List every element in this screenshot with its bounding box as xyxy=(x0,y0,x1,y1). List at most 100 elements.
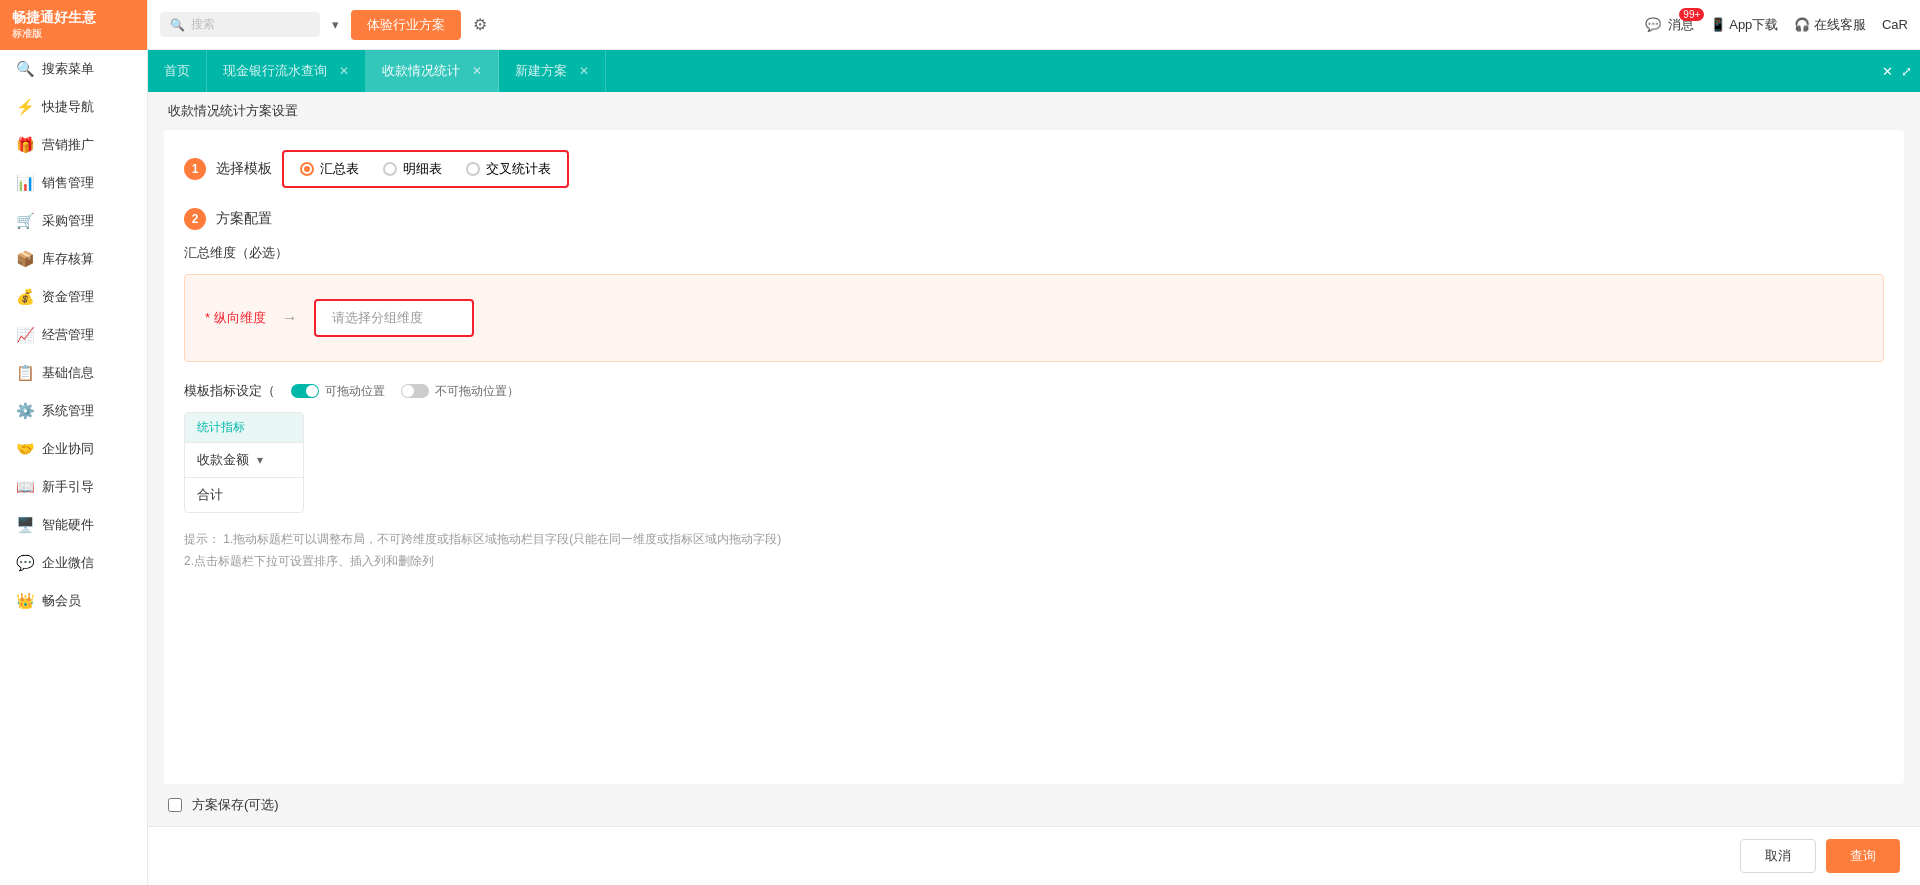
tip-1: 提示： 1.拖动标题栏可以调整布局，不可跨维度或指标区域拖动栏目字段(只能在同一… xyxy=(184,529,1884,551)
sidebar: 畅捷通好生意 标准版 🔍 搜索菜单 ⚡ 快捷导航 🎁 营销推广 📊 销售管理 🛒… xyxy=(0,0,148,885)
crown-icon: 👑 xyxy=(16,592,34,610)
support-link[interactable]: 🎧 在线客服 xyxy=(1794,16,1866,34)
sidebar-item-finance[interactable]: 💰 资金管理 xyxy=(0,278,147,316)
industry-btn[interactable]: 体验行业方案 xyxy=(351,10,461,40)
trend-icon: 📈 xyxy=(16,326,34,344)
indicators-section: 模板指标设定（ 可拖动位置 不可拖动位置） 统计指标 收 xyxy=(184,382,1884,513)
search-placeholder: 搜索 xyxy=(191,16,215,33)
radio-summary-label: 汇总表 xyxy=(320,160,359,178)
save-plan-checkbox[interactable] xyxy=(168,798,182,812)
lightning-icon: ⚡ xyxy=(16,98,34,116)
sidebar-item-label: 企业微信 xyxy=(42,554,94,572)
sidebar-item-system[interactable]: ⚙️ 系统管理 xyxy=(0,392,147,430)
search-icon: 🔍 xyxy=(16,60,34,78)
stat-header: 统计指标 xyxy=(185,413,303,443)
radio-summary[interactable]: 汇总表 xyxy=(300,160,359,178)
indicators-header: 模板指标设定（ 可拖动位置 不可拖动位置） xyxy=(184,382,1884,400)
radio-summary-circle xyxy=(300,162,314,176)
user-name[interactable]: CaR xyxy=(1882,17,1908,32)
message-badge[interactable]: 💬 99+ 消息 xyxy=(1645,16,1694,34)
content-area: 收款情况统计方案设置 1 选择模板 汇总表 xyxy=(148,92,1920,826)
radio-detail[interactable]: 明细表 xyxy=(383,160,442,178)
dropdown-arrow[interactable]: ▾ xyxy=(332,17,339,32)
chart-icon: 📊 xyxy=(16,174,34,192)
radio-cross-label: 交叉统计表 xyxy=(486,160,551,178)
tab-bank-flow[interactable]: 现金银行流水查询 ✕ xyxy=(207,50,366,92)
draggable-icon[interactable] xyxy=(291,384,319,398)
sidebar-item-label: 库存核算 xyxy=(42,250,94,268)
sidebar-item-inventory[interactable]: 📦 库存核算 xyxy=(0,240,147,278)
sidebar-item-search[interactable]: 🔍 搜索菜单 xyxy=(0,50,147,88)
gear-icon: ⚙️ xyxy=(16,402,34,420)
sidebar-item-label: 系统管理 xyxy=(42,402,94,420)
radio-detail-label: 明细表 xyxy=(403,160,442,178)
tab-collection-stat[interactable]: 收款情况统计 ✕ xyxy=(366,50,499,92)
message-icon: 💬 xyxy=(1645,17,1661,32)
headset-icon: 🎧 xyxy=(1794,17,1810,32)
app-name: 畅捷通好生意 xyxy=(12,9,96,27)
radio-options: 汇总表 明细表 交叉统计表 xyxy=(300,160,551,178)
vertical-dimension-label: * 纵向维度 xyxy=(205,309,266,327)
tab-collection-stat-close[interactable]: ✕ xyxy=(472,64,482,78)
step1-title: 选择模板 xyxy=(216,160,272,178)
sidebar-item-operation[interactable]: 📈 经营管理 xyxy=(0,316,147,354)
sidebar-item-label: 资金管理 xyxy=(42,288,94,306)
step1-number: 1 xyxy=(184,158,206,180)
draggable-toggle: 可拖动位置 xyxy=(291,383,385,400)
close-window-icon[interactable]: ✕ xyxy=(1882,64,1893,79)
dimension-area: * 纵向维度 → 请选择分组维度 xyxy=(184,274,1884,362)
tips-section: 提示： 1.拖动标题栏可以调整布局，不可跨维度或指标区域拖动栏目字段(只能在同一… xyxy=(184,529,1884,572)
radio-detail-circle xyxy=(383,162,397,176)
tab-bank-flow-close[interactable]: ✕ xyxy=(339,64,349,78)
tab-new-plan-close[interactable]: ✕ xyxy=(579,64,589,78)
content-body: 1 选择模板 汇总表 明细表 xyxy=(164,130,1904,784)
book-icon: 📖 xyxy=(16,478,34,496)
sidebar-item-member[interactable]: 👑 畅会员 xyxy=(0,582,147,620)
sidebar-item-label: 智能硬件 xyxy=(42,516,94,534)
sidebar-item-hardware[interactable]: 🖥️ 智能硬件 xyxy=(0,506,147,544)
sidebar-item-quick-nav[interactable]: ⚡ 快捷导航 xyxy=(0,88,147,126)
expand-icon[interactable]: ⤢ xyxy=(1901,64,1912,79)
topbar: 🔍 搜索 ▾ 体验行业方案 ⚙ 💬 99+ 消息 📱 App下载 🎧 在线客服 … xyxy=(148,0,1920,50)
search-box[interactable]: 🔍 搜索 xyxy=(160,12,320,37)
sidebar-item-basic[interactable]: 📋 基础信息 xyxy=(0,354,147,392)
sidebar-item-wechat[interactable]: 💬 企业微信 xyxy=(0,544,147,582)
support-label: 在线客服 xyxy=(1814,17,1866,32)
content-footer: 方案保存(可选) xyxy=(148,784,1920,826)
tab-new-plan[interactable]: 新建方案 ✕ xyxy=(499,50,606,92)
sidebar-item-marketing[interactable]: 🎁 营销推广 xyxy=(0,126,147,164)
query-button[interactable]: 查询 xyxy=(1826,839,1900,873)
not-draggable-label: 不可拖动位置） xyxy=(435,383,519,400)
box-icon: 📦 xyxy=(16,250,34,268)
step2-header: 2 方案配置 xyxy=(184,208,1884,230)
cart-icon: 🛒 xyxy=(16,212,34,230)
sidebar-item-purchase[interactable]: 🛒 采购管理 xyxy=(0,202,147,240)
sidebar-item-collab[interactable]: 🤝 企业协同 xyxy=(0,430,147,468)
tab-home-label: 首页 xyxy=(164,62,190,80)
settings-icon[interactable]: ⚙ xyxy=(473,15,487,34)
stat-amount-dropdown[interactable]: ▾ xyxy=(257,453,263,467)
cancel-button[interactable]: 取消 xyxy=(1740,839,1816,873)
step2-section: 2 方案配置 汇总维度（必选） * 纵向维度 → 请选择分组维度 xyxy=(184,208,1884,572)
stat-total: 合计 xyxy=(185,477,303,512)
sidebar-item-label: 营销推广 xyxy=(42,136,94,154)
dimension-row: * 纵向维度 → 请选择分组维度 xyxy=(205,299,1863,337)
sidebar-item-label: 新手引导 xyxy=(42,478,94,496)
not-draggable-icon[interactable] xyxy=(401,384,429,398)
sidebar-item-guide[interactable]: 📖 新手引导 xyxy=(0,468,147,506)
radio-cross[interactable]: 交叉统计表 xyxy=(466,160,551,178)
stat-amount-label: 收款金额 xyxy=(197,451,249,469)
gift-icon: 🎁 xyxy=(16,136,34,154)
step1-section: 1 选择模板 汇总表 明细表 xyxy=(184,150,1884,188)
sidebar-item-label: 基础信息 xyxy=(42,364,94,382)
download-link[interactable]: 📱 App下载 xyxy=(1710,16,1778,34)
sidebar-item-label: 快捷导航 xyxy=(42,98,94,116)
template-radio-group: 汇总表 明细表 交叉统计表 xyxy=(282,150,569,188)
tab-home[interactable]: 首页 xyxy=(148,50,207,92)
arrow-icon: → xyxy=(282,309,298,327)
dimension-input[interactable]: 请选择分组维度 xyxy=(314,299,474,337)
handshake-icon: 🤝 xyxy=(16,440,34,458)
sidebar-item-label: 经营管理 xyxy=(42,326,94,344)
tabbar: 首页 现金银行流水查询 ✕ 收款情况统计 ✕ 新建方案 ✕ ✕ ⤢ xyxy=(148,50,1920,92)
sidebar-item-sales[interactable]: 📊 销售管理 xyxy=(0,164,147,202)
